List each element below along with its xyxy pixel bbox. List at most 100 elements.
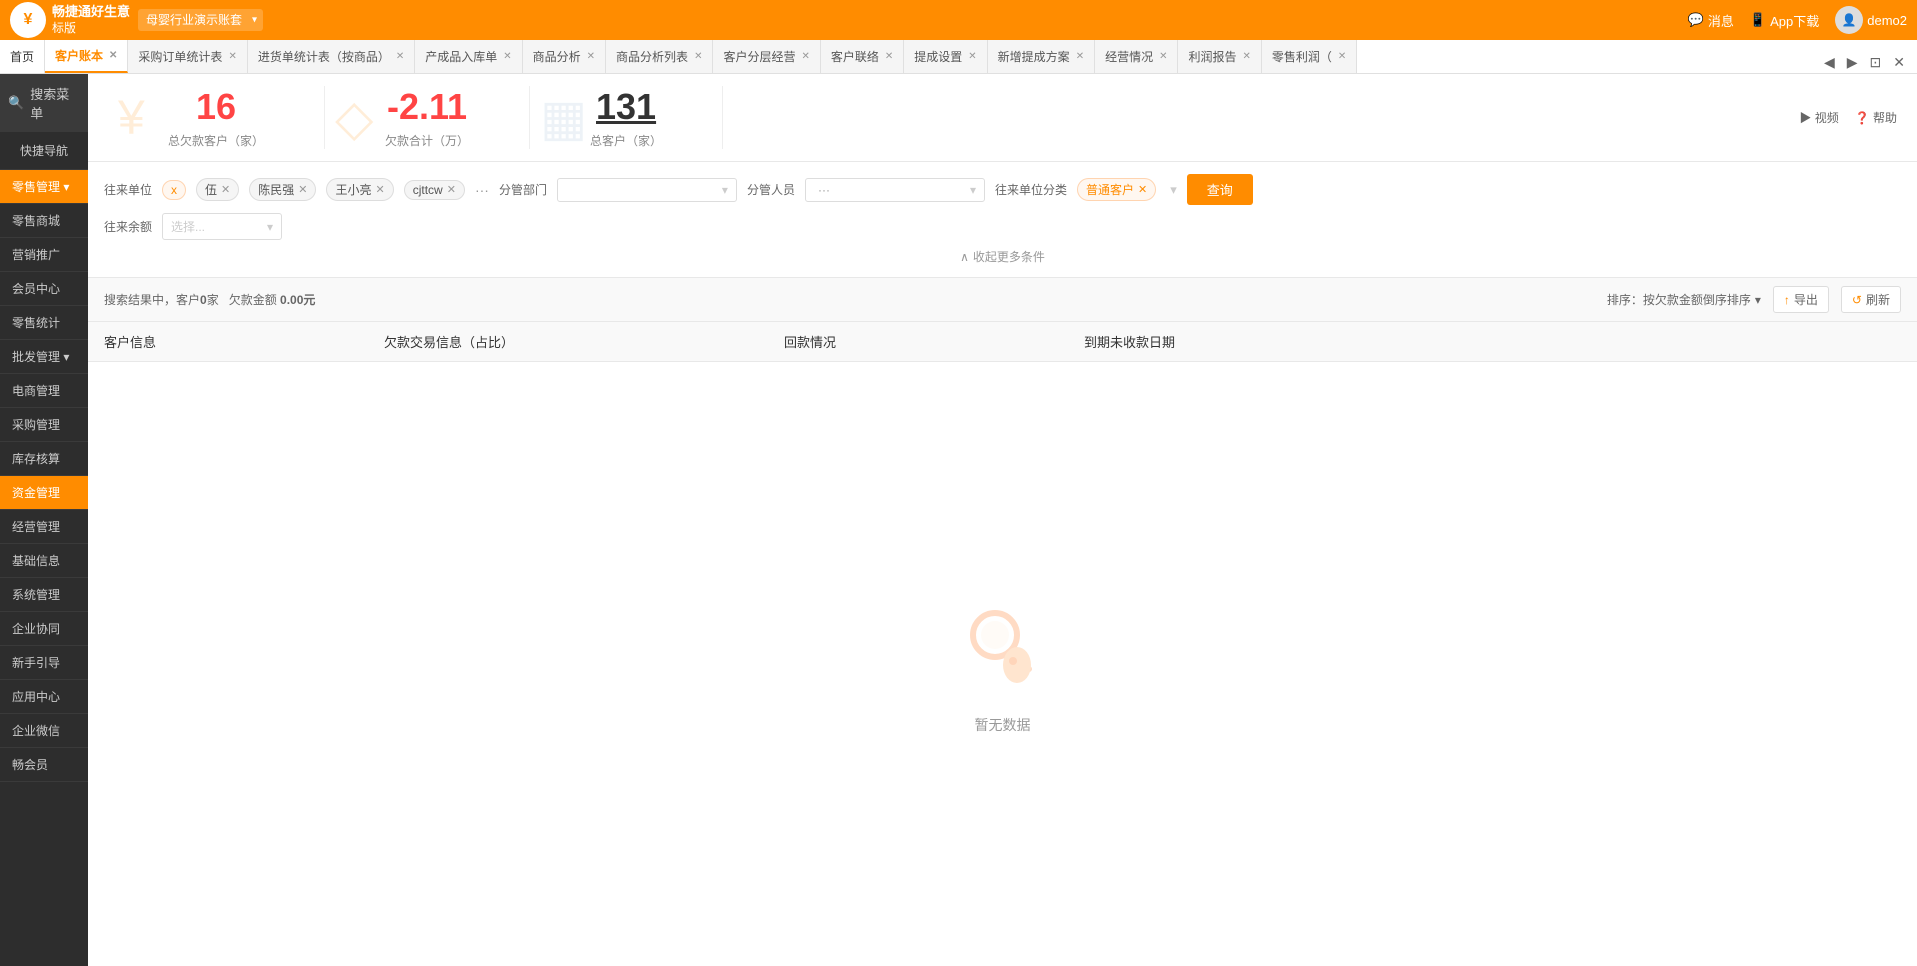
filter-balance-select[interactable]: 选择... ▾	[162, 213, 282, 240]
tab-customer-segment[interactable]: 客户分层经营 ✕	[713, 40, 820, 73]
filter-dept-select[interactable]: ▾	[557, 178, 737, 202]
tab-cost-inbound-close[interactable]: ✕	[503, 51, 511, 62]
filter-more-button[interactable]: ···	[475, 182, 489, 198]
query-button[interactable]: 查询	[1187, 174, 1253, 205]
sidebar-item-finance[interactable]: 资金管理	[0, 476, 88, 510]
sidebar-item-quick-nav[interactable]: 快捷导航	[0, 132, 88, 170]
sidebar-item-enterprise-wechat[interactable]: 企业微信	[0, 714, 88, 748]
sidebar-item-retail[interactable]: 零售管理 ▾	[0, 170, 88, 204]
sidebar-item-retail-stats[interactable]: 零售统计	[0, 306, 88, 340]
sidebar-item-system[interactable]: 系统管理	[0, 578, 88, 612]
tab-new-reminder[interactable]: 新增提成方案 ✕	[988, 40, 1095, 73]
message-button[interactable]: 💬 消息	[1688, 11, 1734, 30]
sidebar-item-wholesale[interactable]: 批发管理 ▾	[0, 340, 88, 374]
filter-tag-x[interactable]: x	[162, 180, 186, 200]
tab-inbound-stats[interactable]: 进货单统计表（按商品） ✕	[248, 40, 415, 73]
tab-profit-report-label: 利润报告	[1188, 48, 1236, 65]
sort-dropdown[interactable]: 排序：按欠款金额倒序排序 ▾	[1607, 291, 1761, 308]
tab-retail-profit-label: 零售利润（	[1272, 48, 1332, 65]
tab-product-analysis-close[interactable]: ✕	[587, 51, 595, 62]
sidebar-item-newcomer[interactable]: 新手引导	[0, 646, 88, 680]
sidebar-item-marketing[interactable]: 营销推广	[0, 238, 88, 272]
sort-label: 排序：按欠款金额倒序排序	[1607, 291, 1751, 308]
sort-arrow-icon: ▾	[1755, 293, 1761, 307]
account-dropdown-wrap[interactable]: 母婴行业演示账套	[138, 9, 263, 31]
filter-person-arrow: ▾	[970, 183, 976, 197]
tab-product-analysis[interactable]: 商品分析 ✕	[523, 40, 606, 73]
tab-retail-profit[interactable]: 零售利润（ ✕	[1262, 40, 1357, 73]
sidebar-item-inventory[interactable]: 库存核算	[0, 442, 88, 476]
filter-tag-normal-customer[interactable]: 普通客户 ✕	[1077, 178, 1156, 201]
tab-new-reminder-close[interactable]: ✕	[1076, 51, 1084, 62]
filter-tag-wu-label: 伍	[205, 181, 217, 198]
sidebar-item-app-center[interactable]: 应用中心	[0, 680, 88, 714]
filter-collapse-button[interactable]: ∧ 收起更多条件	[104, 248, 1901, 265]
filter-tag-cjttcw[interactable]: cjttcw ✕	[404, 180, 465, 200]
tab-purchase-order-close[interactable]: ✕	[228, 51, 236, 62]
collapse-icon: ∧	[960, 250, 969, 264]
tab-purchase-order[interactable]: 采购订单统计表 ✕	[128, 40, 247, 73]
col-repayment: 回款情况	[784, 332, 1084, 351]
filter-dept-label: 分管部门	[499, 181, 547, 198]
sidebar-item-member[interactable]: 会员中心	[0, 272, 88, 306]
tab-profit-report[interactable]: 利润报告 ✕	[1178, 40, 1261, 73]
filter-tag-chenminqiang[interactable]: 陈民强 ✕	[249, 178, 316, 201]
tab-cost-inbound[interactable]: 产成品入库单 ✕	[415, 40, 522, 73]
filter-tag-wu-close[interactable]: ✕	[221, 183, 230, 196]
tab-reminder-settings[interactable]: 提成设置 ✕	[904, 40, 987, 73]
stat-label-3: 总客户（家）	[590, 132, 662, 149]
col-customer-info: 客户信息	[104, 332, 384, 351]
tab-accounts-close[interactable]: ✕	[109, 50, 117, 61]
filter-tag-chenminqiang-close[interactable]: ✕	[298, 183, 307, 196]
sidebar-item-business-mgmt[interactable]: 经营管理	[0, 510, 88, 544]
help-button[interactable]: ❓ 帮助	[1855, 109, 1897, 126]
tab-reminder-settings-close[interactable]: ✕	[968, 51, 976, 62]
tab-accounts[interactable]: 客户账本 ✕	[45, 40, 128, 73]
tab-operation-close[interactable]: ✕	[1159, 51, 1167, 62]
tab-customer-contact-close[interactable]: ✕	[885, 51, 893, 62]
tab-home[interactable]: 首页	[0, 40, 45, 73]
sidebar-item-enterprise[interactable]: 企业协同	[0, 612, 88, 646]
export-button[interactable]: ↑ 导出	[1773, 286, 1829, 313]
avatar: 👤	[1835, 6, 1863, 34]
tab-next-button[interactable]: ▶	[1843, 52, 1862, 73]
filter-unit-class-dropdown[interactable]: ▾	[1170, 182, 1177, 198]
filter-tag-normal-customer-close[interactable]: ✕	[1138, 183, 1147, 196]
filter-tag-wangxiaoliang-close[interactable]: ✕	[376, 183, 385, 196]
tab-product-analysis-list[interactable]: 商品分析列表 ✕	[606, 40, 713, 73]
filter-tag-cjttcw-label: cjttcw	[413, 183, 443, 197]
account-dropdown[interactable]: 母婴行业演示账套	[138, 9, 263, 31]
sidebar-item-retail-mall[interactable]: 零售商城	[0, 204, 88, 238]
main-layout: 🔍 搜索菜单 快捷导航 零售管理 ▾ 零售商城 营销推广 会员中心 零售统计 批…	[0, 74, 1917, 966]
tab-prev-button[interactable]: ◀	[1820, 52, 1839, 73]
tab-product-analysis-list-close[interactable]: ✕	[694, 51, 702, 62]
tab-actions: ◀ ▶ ⊡ ✕	[1812, 52, 1917, 73]
tab-customer-contact[interactable]: 客户联络 ✕	[821, 40, 904, 73]
filter-tag-cjttcw-close[interactable]: ✕	[447, 183, 456, 196]
app-download-button[interactable]: 📱 App下载	[1750, 11, 1819, 30]
tab-retail-profit-close[interactable]: ✕	[1338, 51, 1346, 62]
tab-expand-button[interactable]: ⊡	[1866, 52, 1886, 73]
tab-operation[interactable]: 经营情况 ✕	[1095, 40, 1178, 73]
tab-customer-segment-close[interactable]: ✕	[801, 51, 809, 62]
filter-unit-class-arrow: ▾	[1170, 182, 1177, 197]
video-button[interactable]: ▶ 视频	[1799, 109, 1838, 126]
filter-tag-wu[interactable]: 伍 ✕	[196, 178, 239, 201]
sidebar-item-vip-member[interactable]: 畅会员	[0, 748, 88, 782]
tab-close-all-button[interactable]: ✕	[1889, 52, 1909, 73]
sidebar-item-purchase[interactable]: 采购管理	[0, 408, 88, 442]
app-label: App下载	[1770, 11, 1819, 30]
tab-purchase-order-label: 采购订单统计表	[138, 48, 222, 65]
filter-tag-wangxiaoliang[interactable]: 王小亮 ✕	[326, 178, 393, 201]
filter-tag-normal-customer-label: 普通客户	[1086, 181, 1134, 198]
user-area[interactable]: 👤 demo2	[1835, 6, 1907, 34]
filter-row-2: 往来余额 选择... ▾	[104, 213, 1901, 240]
refresh-button[interactable]: ↺ 刷新	[1841, 286, 1901, 313]
tab-inbound-stats-close[interactable]: ✕	[396, 51, 404, 62]
sidebar-item-ecommerce[interactable]: 电商管理	[0, 374, 88, 408]
sidebar-item-basic-info[interactable]: 基础信息	[0, 544, 88, 578]
tab-profit-report-close[interactable]: ✕	[1243, 51, 1251, 62]
filter-person-select[interactable]: ··· ▾	[805, 178, 985, 202]
content-area: ¥ 16 总欠款客户（家） ◇ -2.11 欠款合计（万） ▦ 131 总客户（…	[88, 74, 1917, 966]
sidebar-search[interactable]: 🔍 搜索菜单	[0, 74, 88, 132]
